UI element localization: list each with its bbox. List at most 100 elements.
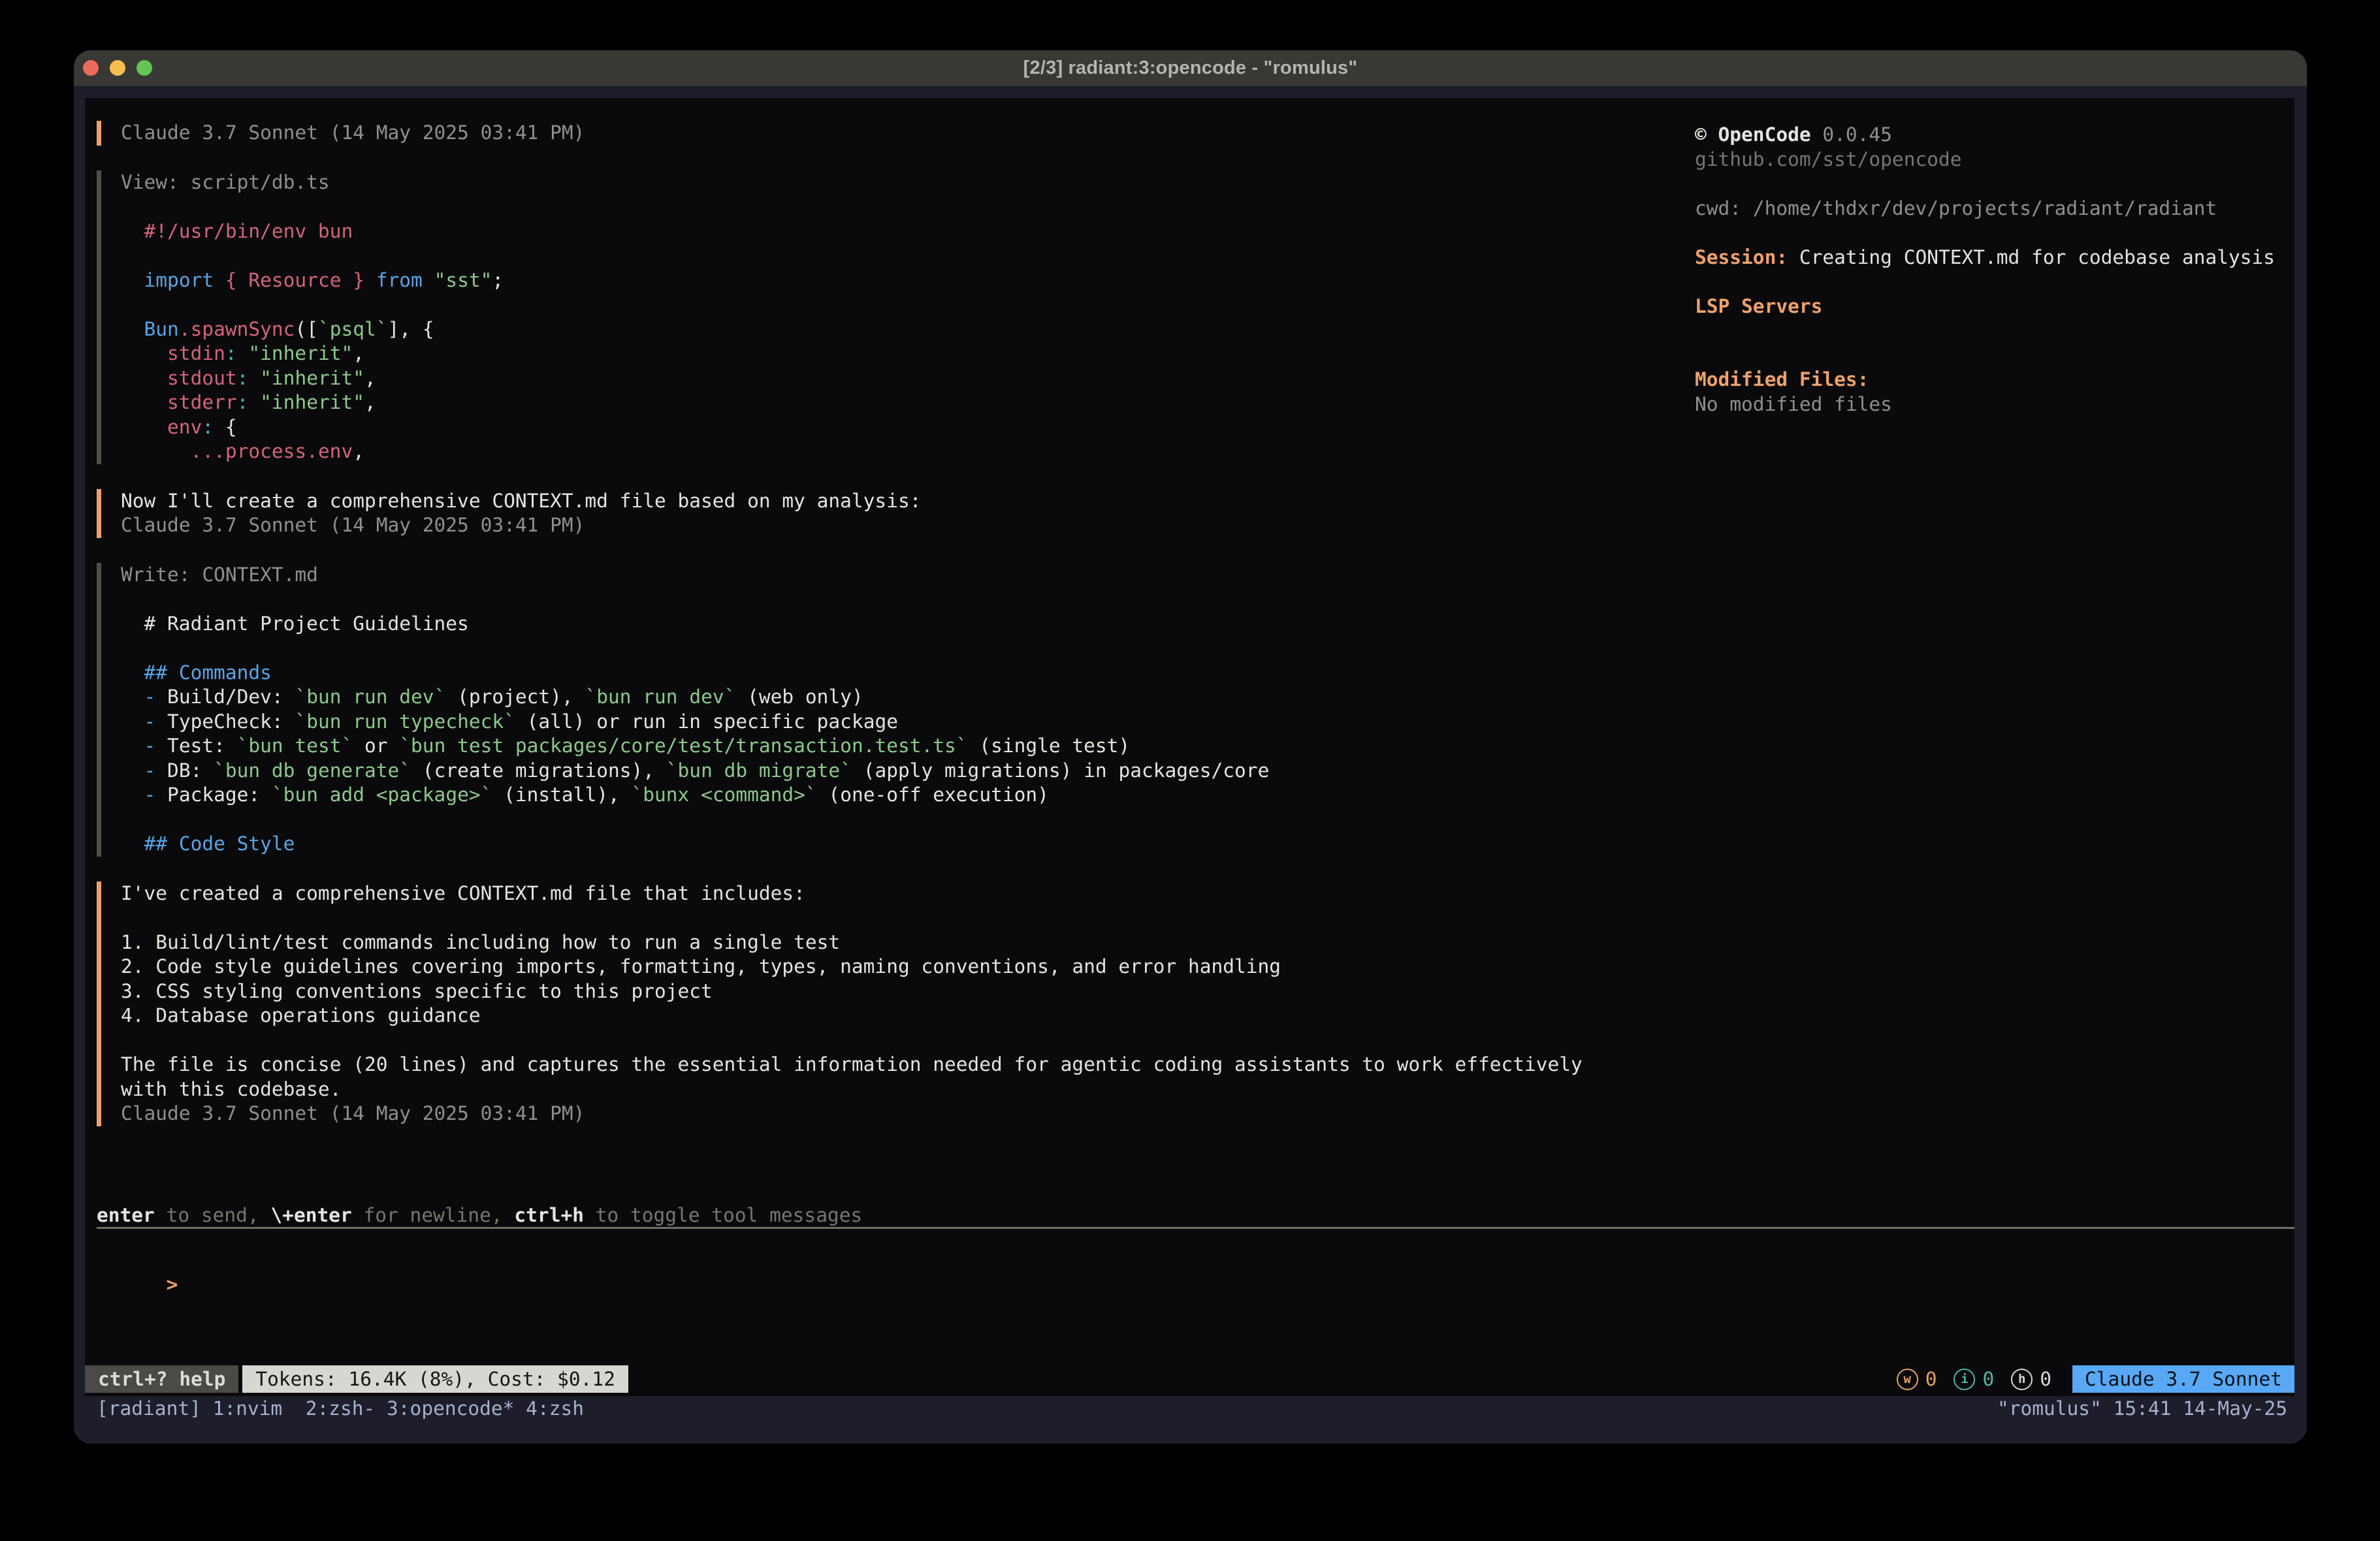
tmux-window-1[interactable]: 1:nvim [213, 1397, 306, 1420]
text-segment: - [144, 735, 156, 757]
assistant-message: Now I'll create a comprehensive CONTEXT.… [97, 489, 1625, 538]
text-segment: `bun add <package>` [272, 784, 492, 806]
tmux-windows-list: [radiant] 1:nvim 2:zsh- 3:opencode* 4:zs… [97, 1397, 584, 1420]
message-body: Now I'll create a comprehensive CONTEXT.… [121, 489, 1625, 538]
text-segment: - [144, 686, 156, 708]
tool-output-block: View: script/db.ts #!/usr/bin/env bun im… [97, 170, 1625, 464]
text-segment: #!/usr/bin/env bun [121, 220, 353, 242]
warnings-icon: w [1897, 1369, 1918, 1390]
text-line [121, 244, 1625, 268]
text-line [121, 195, 1625, 219]
tmux-status-bar: [radiant] 1:nvim 2:zsh- 3:opencode* 4:zs… [74, 1396, 2307, 1444]
text-segment: , [364, 391, 376, 413]
message-accent-bar [97, 882, 101, 1126]
text-line: Claude 3.7 Sonnet (14 May 2025 03:41 PM) [121, 1102, 1625, 1126]
text-line: The file is concise (20 lines) and captu… [121, 1053, 1625, 1077]
text-line: 1. Build/lint/test commands including ho… [121, 930, 1625, 955]
tmux-window-3[interactable]: 3:opencode* [387, 1397, 526, 1420]
prompt-symbol: > [167, 1273, 178, 1295]
text-segment: (web only) [735, 686, 863, 708]
text-segment: - [144, 710, 156, 733]
text-segment: ctrl+h [514, 1204, 584, 1226]
message-body: Write: CONTEXT.md # Radiant Project Guid… [121, 563, 1625, 857]
text-segment: ([ [295, 318, 318, 340]
tmux-window-2[interactable]: 2:zsh- [306, 1397, 387, 1420]
status-bar-left: ctrl+? help Tokens: 16.4K (8%), Cost: $0… [85, 1365, 628, 1393]
text-line: # Radiant Project Guidelines [121, 612, 1625, 637]
text-segment: TypeCheck: [155, 710, 295, 733]
text-line: - DB: `bun db generate` (create migratio… [121, 759, 1625, 784]
info-icon: i [1954, 1369, 1975, 1390]
warnings-count: 0 [1925, 1368, 1937, 1390]
terminal-window: [2/3] radiant:3:opencode - "romulus" Cla… [74, 50, 2307, 1444]
text-segment: Claude 3.7 Sonnet (14 May 2025 03:41 PM) [121, 1102, 585, 1124]
text-segment [121, 784, 144, 806]
text-segment [121, 735, 144, 757]
text-segment: , [353, 440, 364, 462]
text-segment [121, 269, 144, 291]
titlebar[interactable]: [2/3] radiant:3:opencode - "romulus" [74, 50, 2307, 86]
app-brand-line: © OpenCode 0.0.45 [1695, 123, 2283, 148]
zoom-button[interactable] [137, 60, 152, 76]
text-segment: import [144, 269, 214, 291]
text-line: ...process.env, [121, 439, 1625, 464]
text-segment: or [353, 735, 399, 757]
hints-count: 0 [2040, 1368, 2051, 1390]
text-segment: `bun run dev` [585, 686, 735, 708]
text-segment [121, 759, 144, 782]
text-segment [121, 710, 144, 733]
text-segment: "inherit" [260, 367, 364, 389]
window-title: [2/3] radiant:3:opencode - "romulus" [1023, 57, 1358, 79]
text-segment: `psql` [318, 318, 388, 340]
model-badge[interactable]: Claude 3.7 Sonnet [2072, 1365, 2294, 1393]
diagnostics-counters: w0i0h0 [1897, 1368, 2068, 1390]
text-segment: stderr [167, 391, 237, 413]
text-segment: (single test) [968, 735, 1131, 757]
tmux-window-4[interactable]: 4:zsh [526, 1397, 584, 1420]
message-input[interactable]: > [97, 1248, 2281, 1274]
sidebar: © OpenCode 0.0.45 github.com/sst/opencod… [1695, 123, 2283, 417]
message-accent-bar [97, 121, 101, 146]
text-segment: (one-off execution) [817, 784, 1049, 806]
cwd-line: cwd: /home/thdxr/dev/projects/radiant/ra… [1695, 197, 2283, 221]
text-segment [121, 416, 167, 438]
text-line: 2. Code style guidelines covering import… [121, 955, 1625, 979]
text-segment: (create migrations), [411, 759, 666, 782]
text-segment: Test: [155, 735, 236, 757]
session-label: Session: [1695, 246, 1788, 268]
text-segment: Package: [155, 784, 272, 806]
text-segment [121, 686, 144, 708]
text-segment: stdin [167, 342, 225, 364]
text-line [121, 293, 1625, 317]
message-accent-bar [97, 170, 101, 464]
text-segment [121, 342, 167, 364]
text-segment: # Radiant Project Guidelines [121, 612, 469, 635]
close-button[interactable] [83, 60, 99, 76]
text-segment: ## Code Style [144, 833, 295, 855]
text-line [121, 906, 1625, 930]
text-segment: Claude 3.7 Sonnet (14 May 2025 03:41 PM) [121, 121, 585, 144]
text-line: env: { [121, 415, 1625, 440]
text-segment: "inherit" [248, 342, 353, 364]
text-segment: The file is concise (20 lines) and captu… [121, 1053, 1583, 1075]
tmux-session-name: [radiant] [97, 1397, 213, 1420]
text-segment: ], { [388, 318, 434, 340]
text-line: stderr: "inherit", [121, 390, 1625, 415]
text-segment: \+enter [270, 1204, 351, 1226]
app-version: 0.0.45 [1811, 123, 1892, 146]
text-segment: Claude 3.7 Sonnet (14 May 2025 03:41 PM) [121, 514, 585, 536]
text-segment: ...process.env [191, 440, 353, 462]
text-segment: to toggle tool messages [584, 1204, 862, 1226]
text-segment: ## Commands [144, 661, 272, 684]
text-line: #!/usr/bin/env bun [121, 219, 1625, 244]
text-segment [248, 367, 260, 389]
minimize-button[interactable] [110, 60, 125, 76]
text-line: - Test: `bun test` or `bun test packages… [121, 734, 1625, 759]
text-segment: Now I'll create a comprehensive CONTEXT.… [121, 490, 921, 512]
input-separator [97, 1227, 2294, 1229]
text-segment: `bunx <command>` [632, 784, 817, 806]
text-segment: "sst" [434, 269, 492, 291]
session-line: Session: Creating CONTEXT.md for codebas… [1695, 246, 2283, 270]
status-bar-right: w0i0h0 Claude 3.7 Sonnet [1897, 1365, 2294, 1393]
text-segment [248, 391, 260, 413]
